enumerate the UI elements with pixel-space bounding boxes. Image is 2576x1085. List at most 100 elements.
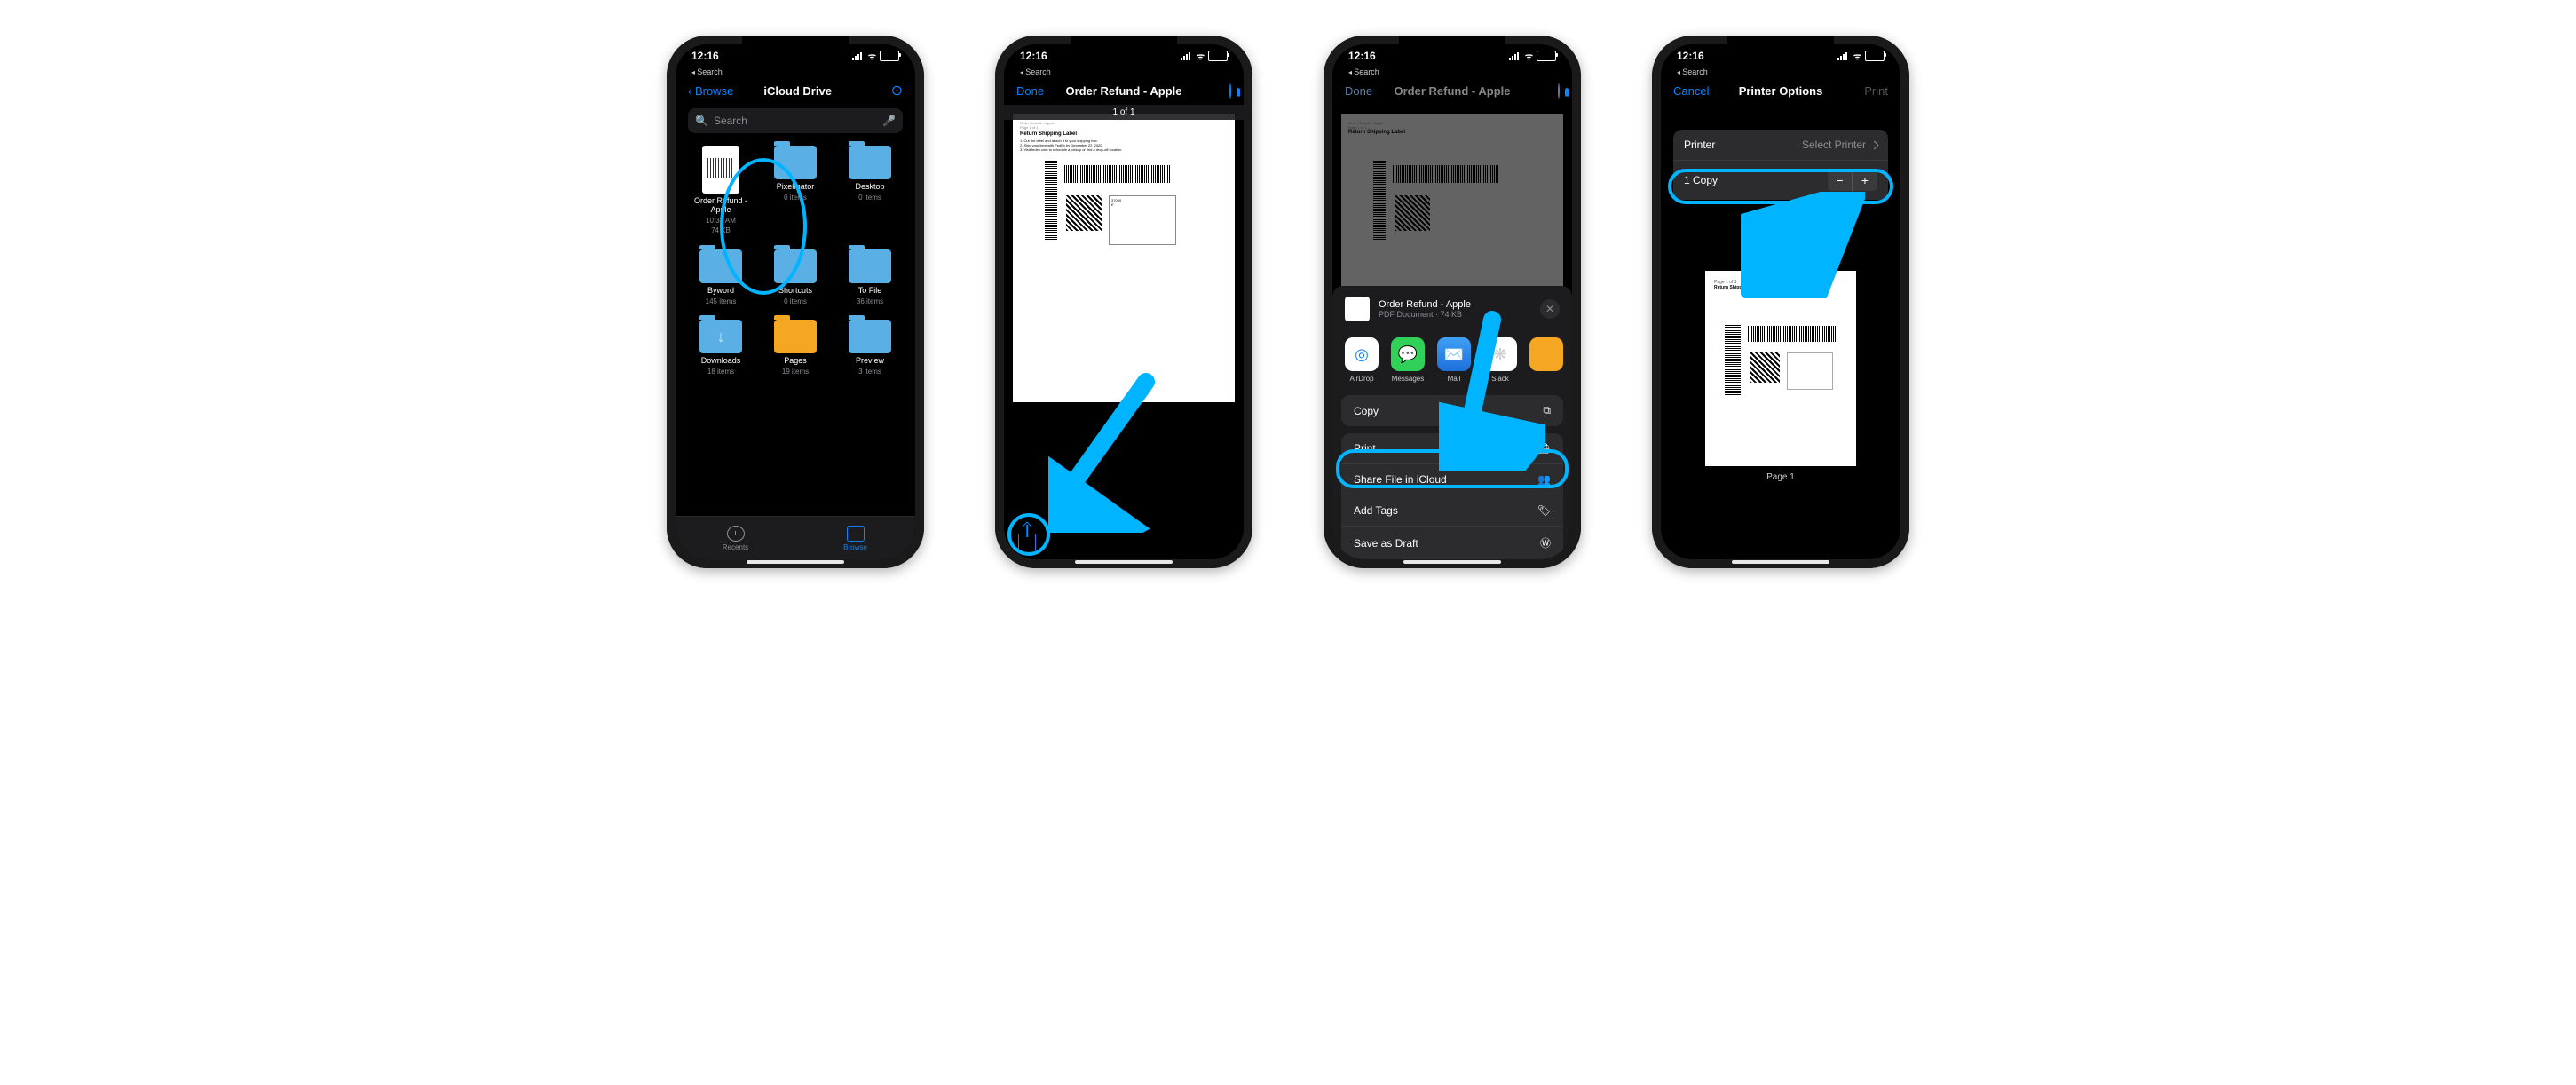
- wifi-icon: ᯤ: [1853, 50, 1861, 62]
- document-thumbnail: [1345, 297, 1370, 321]
- cell-signal-icon: [1837, 51, 1850, 60]
- barcode-vertical: [1045, 160, 1057, 240]
- notch: [1727, 36, 1834, 55]
- clock-icon: [727, 526, 745, 542]
- file-order-refund[interactable]: Order Refund - Apple 10:33 AM 74 KB: [688, 146, 754, 235]
- printer-row[interactable]: Printer Select Printer: [1673, 130, 1888, 160]
- breadcrumb-back-to-search[interactable]: Search: [676, 67, 915, 76]
- phone-3-share-sheet: 12:16 ᯤ Search Done Order Refund - Apple…: [1324, 36, 1581, 568]
- page-title: Order Refund - Apple: [1395, 84, 1511, 98]
- nav-bar: Done Order Refund - Apple: [1004, 76, 1244, 105]
- share-button[interactable]: [1018, 534, 1036, 550]
- messages-icon: 💬: [1391, 337, 1425, 371]
- folder-pages[interactable]: Pages19 items: [763, 320, 828, 376]
- sheet-title: Order Refund - Apple: [1379, 299, 1531, 310]
- back-button[interactable]: ‹ Browse: [688, 84, 733, 98]
- annotation-arrow: [1741, 192, 1865, 298]
- wordpress-icon: Ⓦ: [1540, 535, 1551, 550]
- cell-signal-icon: [852, 51, 865, 60]
- page-number: Page 1: [1705, 472, 1856, 482]
- decrement-button[interactable]: −: [1828, 170, 1853, 191]
- share-airdrop[interactable]: ◎AirDrop: [1345, 337, 1379, 383]
- folder-byword[interactable]: Byword145 items: [688, 249, 754, 305]
- folder-shortcuts[interactable]: Shortcuts0 items: [763, 249, 828, 305]
- clock: 12:16: [691, 50, 719, 62]
- increment-button[interactable]: +: [1853, 170, 1877, 191]
- folder-desktop[interactable]: Desktop0 items: [837, 146, 903, 235]
- notch: [1071, 36, 1177, 55]
- breadcrumb-back-to-search[interactable]: Search: [1661, 67, 1900, 76]
- action-add-tags[interactable]: Add Tags🏷: [1341, 495, 1563, 526]
- home-indicator[interactable]: [747, 560, 844, 564]
- home-indicator[interactable]: [1732, 560, 1829, 564]
- pdf-page: Order Refund – ApplePage 1 of 1 Return S…: [1013, 114, 1235, 402]
- dictation-icon[interactable]: 🎤: [882, 115, 896, 127]
- more-button[interactable]: ⊙: [862, 82, 903, 99]
- clock: 12:16: [1677, 50, 1704, 62]
- printer-settings: Printer Select Printer 1 Copy − +: [1673, 130, 1888, 200]
- wifi-icon: ᯤ: [868, 50, 876, 62]
- search-icon: 🔍: [695, 115, 708, 127]
- barcode-horizontal: [1064, 165, 1171, 183]
- wifi-icon: ᯤ: [1197, 50, 1205, 62]
- home-indicator[interactable]: [1075, 560, 1173, 564]
- printer-value: Select Printer: [1802, 139, 1866, 151]
- cell-signal-icon: [1509, 51, 1521, 60]
- markup-button[interactable]: [1190, 84, 1231, 98]
- annotation-arrow: [1048, 373, 1155, 533]
- clock: 12:16: [1020, 50, 1047, 62]
- nav-bar: ‹ Browse iCloud Drive ⊙: [676, 76, 915, 105]
- folder-downloads[interactable]: Downloads18 items: [688, 320, 754, 376]
- clock: 12:16: [1348, 50, 1376, 62]
- annotation-arrow: [1439, 311, 1545, 471]
- folder-icon: [847, 526, 865, 542]
- phone-1-files: 12:16 ᯤ Search ‹ Browse iCloud Drive ⊙ 🔍…: [667, 36, 924, 568]
- action-save-draft[interactable]: Save as DraftⓌ: [1341, 526, 1563, 559]
- tab-bar: Recents Browse: [676, 516, 915, 559]
- battery-icon: [880, 51, 899, 61]
- breadcrumb-back-to-search[interactable]: Search: [1004, 67, 1244, 76]
- qr-code: [1066, 195, 1102, 231]
- copies-stepper[interactable]: − +: [1828, 170, 1877, 191]
- phone-4-printer-options: 12:16 ᯤ Search Cancel Printer Options Pr…: [1652, 36, 1909, 568]
- search-field[interactable]: 🔍 Search 🎤: [688, 108, 903, 133]
- phone-2-preview: 12:16 ᯤ Search Done Order Refund - Apple…: [995, 36, 1252, 568]
- notch: [742, 36, 849, 55]
- battery-icon: [1865, 51, 1885, 61]
- folder-to-file[interactable]: To File36 items: [837, 249, 903, 305]
- page-title: Printer Options: [1739, 84, 1823, 98]
- pen-icon: [1558, 83, 1560, 99]
- home-indicator[interactable]: [1403, 560, 1501, 564]
- file-grid: Order Refund - Apple 10:33 AM 74 KB Pixe…: [676, 137, 915, 516]
- done-button[interactable]: Done: [1345, 84, 1386, 98]
- page-title: Order Refund - Apple: [1066, 84, 1182, 98]
- battery-icon: [1537, 51, 1556, 61]
- print-page-thumb: Page 1 of 1Return Shipping Label Page 1: [1705, 271, 1856, 466]
- page-title: iCloud Drive: [763, 84, 832, 98]
- tab-recents[interactable]: Recents: [676, 517, 795, 559]
- nav-bar: Done Order Refund - Apple: [1332, 76, 1572, 105]
- notch: [1399, 36, 1505, 55]
- page-indicator: 1 of 1: [1004, 105, 1244, 120]
- chevron-right-icon: [1870, 140, 1879, 149]
- people-icon: 👥: [1537, 473, 1551, 486]
- share-messages[interactable]: 💬Messages: [1391, 337, 1425, 383]
- battery-icon: [1208, 51, 1228, 61]
- markup-button[interactable]: [1519, 84, 1560, 98]
- folder-pixelmator[interactable]: Pixelmator0 items: [763, 146, 828, 235]
- copies-label: 1 Copy: [1684, 174, 1718, 186]
- breadcrumb-back-to-search[interactable]: Search: [1332, 67, 1572, 76]
- search-placeholder: Search: [714, 115, 877, 127]
- printer-label: Printer: [1684, 139, 1715, 151]
- cancel-button[interactable]: Cancel: [1673, 84, 1714, 98]
- document-thumbnail: [702, 146, 739, 194]
- airdrop-icon: ◎: [1345, 337, 1379, 371]
- done-button[interactable]: Done: [1016, 84, 1057, 98]
- nav-bar: Cancel Printer Options Print: [1661, 76, 1900, 105]
- pen-icon: [1229, 83, 1231, 99]
- cell-signal-icon: [1181, 51, 1193, 60]
- tab-browse[interactable]: Browse: [795, 517, 915, 559]
- tag-icon: 🏷: [1537, 504, 1551, 517]
- folder-preview[interactable]: Preview3 items: [837, 320, 903, 376]
- print-button[interactable]: Print: [1847, 84, 1888, 98]
